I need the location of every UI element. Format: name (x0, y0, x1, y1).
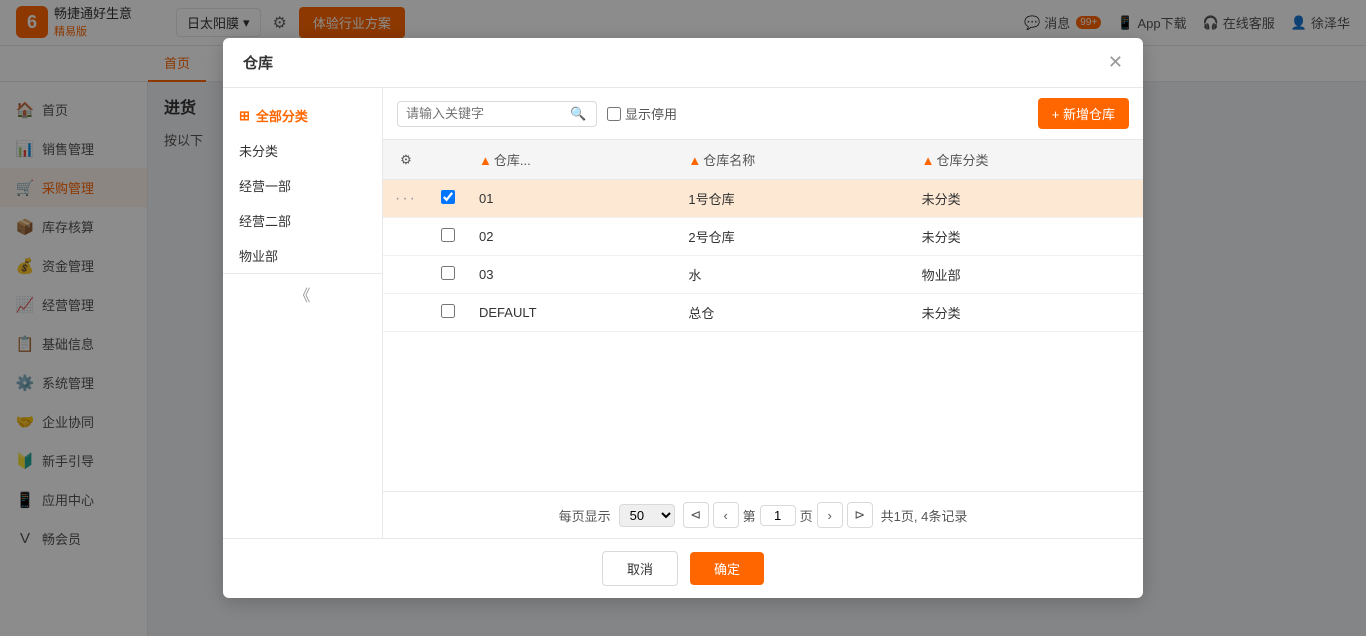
show-disabled-checkbox[interactable] (607, 107, 621, 121)
modal-sidebar-label-dept2: 经营二部 (239, 211, 291, 230)
row-category: 未分类 (910, 180, 1143, 218)
modal-sidebar-dept2[interactable]: 经营二部 (223, 203, 382, 238)
table-row[interactable]: ··· 01 1号仓库 未分类 (383, 180, 1143, 218)
per-page-select[interactable]: 50 100 200 (619, 504, 675, 527)
row-actions (383, 294, 429, 332)
row-code: DEFAULT (467, 294, 676, 332)
th-name: ▲仓库名称 (676, 140, 909, 180)
row-checkbox[interactable] (441, 304, 455, 318)
row-name: 总仓 (676, 294, 909, 332)
row-actions (383, 256, 429, 294)
page-label: 第 (743, 506, 756, 525)
warehouse-table-wrap: ⚙ ▲仓库... ▲仓库名称 ▲仓库分类 ··· 01 (383, 140, 1143, 491)
page-navigation: ⊲ ‹ 第 页 › ⊳ (683, 502, 873, 528)
total-info: 共1页, 4条记录 (881, 506, 968, 525)
row-category: 未分类 (910, 294, 1143, 332)
modal-title: 仓库 (243, 52, 273, 73)
next-page-button[interactable]: › (817, 502, 843, 528)
modal-sidebar-property[interactable]: 物业部 (223, 238, 382, 273)
row-checkbox-cell[interactable] (429, 218, 467, 256)
modal-sidebar-label-property: 物业部 (239, 246, 278, 265)
row-category: 物业部 (910, 256, 1143, 294)
row-checkbox-cell[interactable] (429, 256, 467, 294)
row-code: 01 (467, 180, 676, 218)
warehouse-table: ⚙ ▲仓库... ▲仓库名称 ▲仓库分类 ··· 01 (383, 140, 1143, 332)
row-actions: ··· (383, 180, 429, 218)
modal-sidebar-all-categories[interactable]: ⊞ 全部分类 (223, 98, 382, 133)
th-check (429, 140, 467, 180)
modal-actions: 取消 确定 (223, 538, 1143, 598)
modal-sidebar: ⊞ 全部分类 未分类 经营一部 经营二部 物业部 《 (223, 88, 383, 538)
row-code: 02 (467, 218, 676, 256)
table-row[interactable]: 03 水 物业部 (383, 256, 1143, 294)
modal-sidebar-label-dept1: 经营一部 (239, 176, 291, 195)
show-disabled-label: 显示停用 (625, 104, 677, 123)
table-header-row: ⚙ ▲仓库... ▲仓库名称 ▲仓库分类 (383, 140, 1143, 180)
th-code: ▲仓库... (467, 140, 676, 180)
row-more-button[interactable]: ··· (395, 190, 417, 207)
per-page-dropdown[interactable]: 50 100 200 (619, 504, 675, 527)
confirm-button[interactable]: 确定 (690, 552, 764, 585)
row-name: 水 (676, 256, 909, 294)
row-code: 03 (467, 256, 676, 294)
page-suffix: 页 (800, 506, 813, 525)
modal-body: ⊞ 全部分类 未分类 经营一部 经营二部 物业部 《 (223, 88, 1143, 538)
modal-sidebar-uncategorized[interactable]: 未分类 (223, 133, 382, 168)
row-checkbox-cell[interactable] (429, 180, 467, 218)
th-category: ▲仓库分类 (910, 140, 1143, 180)
th-gear: ⚙ (383, 140, 429, 180)
table-row[interactable]: DEFAULT 总仓 未分类 (383, 294, 1143, 332)
grid-icon: ⊞ (239, 108, 250, 124)
modal-header: 仓库 ✕ (223, 38, 1143, 88)
modal-pagination: 每页显示 50 100 200 ⊲ ‹ 第 页 › (383, 491, 1143, 538)
search-input-wrap[interactable]: 🔍 (397, 101, 597, 127)
sidebar-collapse-button[interactable]: 《 (223, 273, 382, 314)
modal-sidebar-label-uncategorized: 未分类 (239, 141, 278, 160)
add-warehouse-button[interactable]: + 新增仓库 (1038, 98, 1129, 129)
row-checkbox[interactable] (441, 190, 455, 204)
table-row[interactable]: 02 2号仓库 未分类 (383, 218, 1143, 256)
modal-sidebar-dept1[interactable]: 经营一部 (223, 168, 382, 203)
row-checkbox[interactable] (441, 266, 455, 280)
modal-close-button[interactable]: ✕ (1108, 52, 1123, 73)
modal-overlay: 仓库 ✕ ⊞ 全部分类 未分类 经营一部 经营二部 (0, 0, 1366, 636)
last-page-button[interactable]: ⊳ (847, 502, 873, 528)
show-disabled-wrap: 显示停用 (607, 104, 677, 123)
per-page-label: 每页显示 (559, 506, 611, 525)
row-name: 1号仓库 (676, 180, 909, 218)
row-category: 未分类 (910, 218, 1143, 256)
row-checkbox[interactable] (441, 228, 455, 242)
cancel-button[interactable]: 取消 (602, 551, 678, 586)
row-actions (383, 218, 429, 256)
row-name: 2号仓库 (676, 218, 909, 256)
modal-main: 🔍 显示停用 + 新增仓库 ⚙ (383, 88, 1143, 538)
prev-page-button[interactable]: ‹ (713, 502, 739, 528)
modal-warehouse: 仓库 ✕ ⊞ 全部分类 未分类 经营一部 经营二部 (223, 38, 1143, 598)
page-input[interactable] (760, 505, 796, 526)
search-icon: 🔍 (570, 106, 586, 122)
first-page-button[interactable]: ⊲ (683, 502, 709, 528)
modal-toolbar: 🔍 显示停用 + 新增仓库 (383, 88, 1143, 140)
modal-sidebar-label-all: 全部分类 (256, 106, 308, 125)
search-input[interactable] (406, 106, 566, 121)
row-checkbox-cell[interactable] (429, 294, 467, 332)
